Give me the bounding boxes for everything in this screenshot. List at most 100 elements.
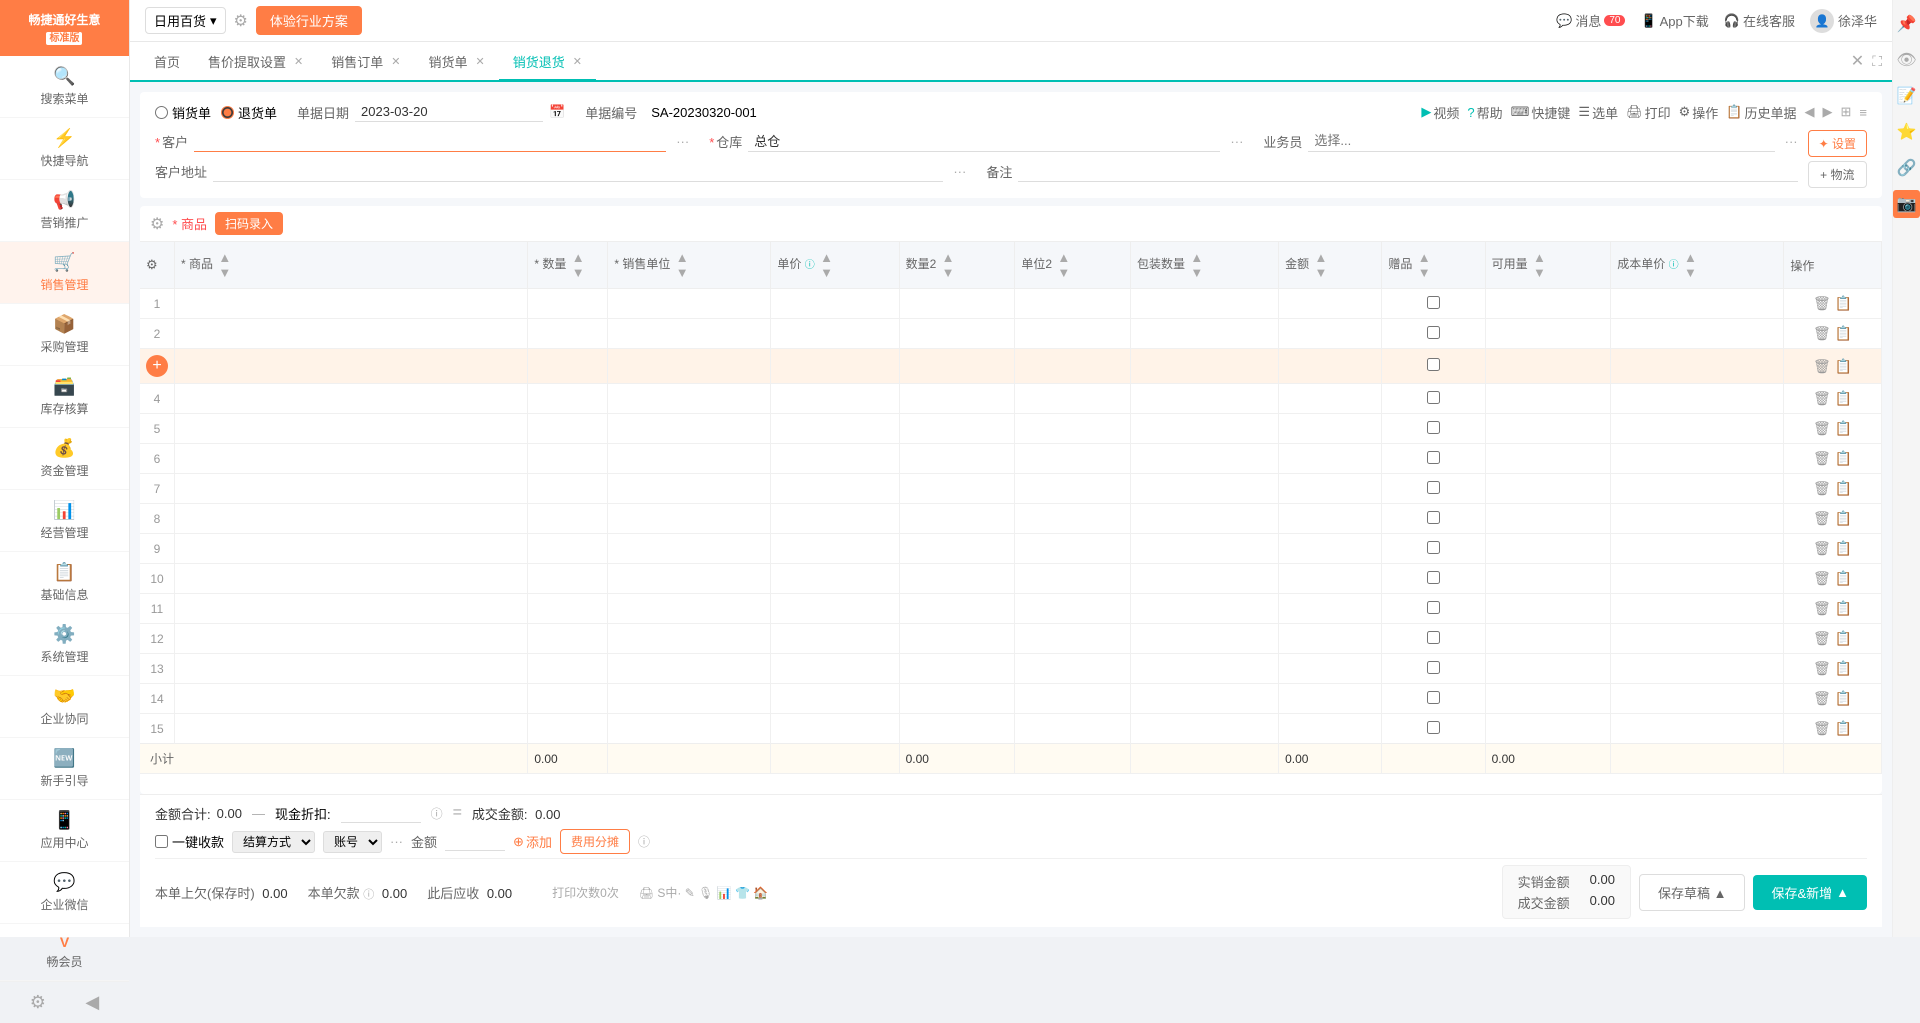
unit-cell[interactable] [608,714,771,744]
address-input[interactable] [213,160,943,182]
user-profile[interactable]: 👤 徐泽华 [1810,9,1877,33]
gift-cell[interactable] [1382,349,1485,384]
goods-cell[interactable] [175,384,528,414]
qty-cell[interactable] [528,714,608,744]
amount-cell[interactable] [1279,349,1382,384]
amount-cell[interactable] [1279,624,1382,654]
delete-row-btn[interactable]: 🗑 [1813,570,1831,587]
cost-price-cell[interactable] [1611,654,1784,684]
qty-cell[interactable] [528,349,608,384]
settings-icon[interactable]: ⚙ [234,11,248,31]
available-cell[interactable] [1485,414,1611,444]
delete-row-btn[interactable]: 🗑 [1813,390,1831,407]
unit2-cell[interactable] [1015,534,1131,564]
gift-cell[interactable] [1382,714,1485,744]
qty2-cell[interactable] [899,349,1015,384]
qty2-cell[interactable] [899,474,1015,504]
unit2-cell[interactable] [1015,384,1131,414]
rp-icon-star[interactable]: ⭐ [1893,118,1920,146]
cost-price-cell[interactable] [1611,504,1784,534]
delete-row-btn[interactable]: 🗑 [1813,660,1831,677]
sidebar-item-finance[interactable]: 💰 资金管理 [0,428,129,490]
qty2-cell[interactable] [899,624,1015,654]
industry-select[interactable]: 日用百货 ▾ [145,7,226,34]
gift-checkbox[interactable] [1427,391,1440,404]
gift-checkbox[interactable] [1427,661,1440,674]
delete-row-btn[interactable]: 🗑 [1813,358,1831,375]
qty-cell[interactable] [528,289,608,319]
sidebar-item-system[interactable]: ⚙️ 系统管理 [0,614,129,676]
qty-cell[interactable] [528,684,608,714]
unit-cell[interactable] [608,654,771,684]
qty-cell[interactable] [528,534,608,564]
amount-cell[interactable] [1279,714,1382,744]
gift-cell[interactable] [1382,504,1485,534]
note-input[interactable] [1018,160,1797,182]
available-cell[interactable] [1485,714,1611,744]
tab-sales-delivery[interactable]: 销货单 ✕ [414,44,498,81]
rp-icon-pin[interactable]: 📌 [1893,10,1920,38]
delete-row-btn[interactable]: 🗑 [1813,480,1831,497]
sidebar-collapse-icon[interactable]: ◀ [85,992,99,1013]
unit-cell[interactable] [608,414,771,444]
maximize-icon[interactable]: ⛶ [1872,53,1882,70]
price-cell[interactable] [771,384,899,414]
qty-cell[interactable] [528,444,608,474]
select-btn[interactable]: ☰ 选单 [1578,103,1618,122]
amount-cell[interactable] [1279,654,1382,684]
account-select[interactable]: 账号 [323,831,382,853]
sidebar-item-wechat[interactable]: 💬 企业微信 [0,862,129,924]
qty2-cell[interactable] [899,534,1015,564]
unit2-cell[interactable] [1015,714,1131,744]
qty2-cell[interactable] [899,654,1015,684]
rp-icon-camera[interactable]: 📷 [1893,190,1920,218]
goods-input[interactable] [181,359,521,374]
copy-row-btn[interactable]: 📋 [1835,390,1852,407]
cost-price-cell[interactable] [1611,594,1784,624]
pkg-qty-cell[interactable] [1131,684,1279,714]
available-cell[interactable] [1485,594,1611,624]
cost-price-cell[interactable] [1611,474,1784,504]
gift-checkbox[interactable] [1427,421,1440,434]
pkg-qty-cell[interactable] [1131,504,1279,534]
staff-input[interactable] [1308,130,1774,152]
copy-row-btn[interactable]: 📋 [1835,420,1852,437]
copy-row-btn[interactable]: 📋 [1835,630,1852,647]
qty-cell[interactable] [528,319,608,349]
help-btn[interactable]: ? 帮助 [1467,103,1502,122]
tab-close-price[interactable]: ✕ [294,55,303,68]
table-scroll-area[interactable]: ⚙ * 商品 ▲▼ * 数量 ▲▼ * 销售单位 ▲▼ 单价 ⓘ ▲▼ 数量2 … [140,242,1882,794]
message-btn[interactable]: 💬 消息 70 [1556,11,1625,30]
goods-cell[interactable] [175,564,528,594]
delete-row-btn[interactable]: 🗑 [1813,510,1831,527]
tab-close-return[interactable]: ✕ [573,55,582,68]
sidebar-item-purchase[interactable]: 📦 采购管理 [0,304,129,366]
copy-row-btn[interactable]: 📋 [1835,690,1852,707]
available-cell[interactable] [1485,624,1611,654]
available-cell[interactable] [1485,654,1611,684]
sidebar-settings-icon[interactable]: ⚙ [30,992,46,1013]
delete-row-btn[interactable]: 🗑 [1813,295,1831,312]
pkg-qty-cell[interactable] [1131,319,1279,349]
gift-cell[interactable] [1382,654,1485,684]
delete-row-btn[interactable]: 🗑 [1813,420,1831,437]
next-record-icon[interactable]: ▶ [1823,104,1833,120]
app-download-btn[interactable]: 📱 App下载 [1640,11,1708,30]
pkg-qty-cell[interactable] [1131,594,1279,624]
gift-cell[interactable] [1382,594,1485,624]
staff-picker[interactable]: ··· [1785,134,1798,149]
price-cell[interactable] [771,414,899,444]
settings-btn[interactable]: ✦ 设置 [1808,130,1867,157]
amount-cell[interactable] [1279,534,1382,564]
sidebar-item-inventory[interactable]: 🗃️ 库存核算 [0,366,129,428]
price-cell[interactable] [771,684,899,714]
qty-cell[interactable] [528,474,608,504]
gift-cell[interactable] [1382,289,1485,319]
fee-split-btn[interactable]: 费用分摊 [560,829,630,854]
unit2-cell[interactable] [1015,594,1131,624]
pkg-qty-cell[interactable] [1131,714,1279,744]
rp-icon-note[interactable]: 📝 [1893,82,1920,110]
cost-price-cell[interactable] [1611,714,1784,744]
available-cell[interactable] [1485,534,1611,564]
pkg-qty-cell[interactable] [1131,289,1279,319]
